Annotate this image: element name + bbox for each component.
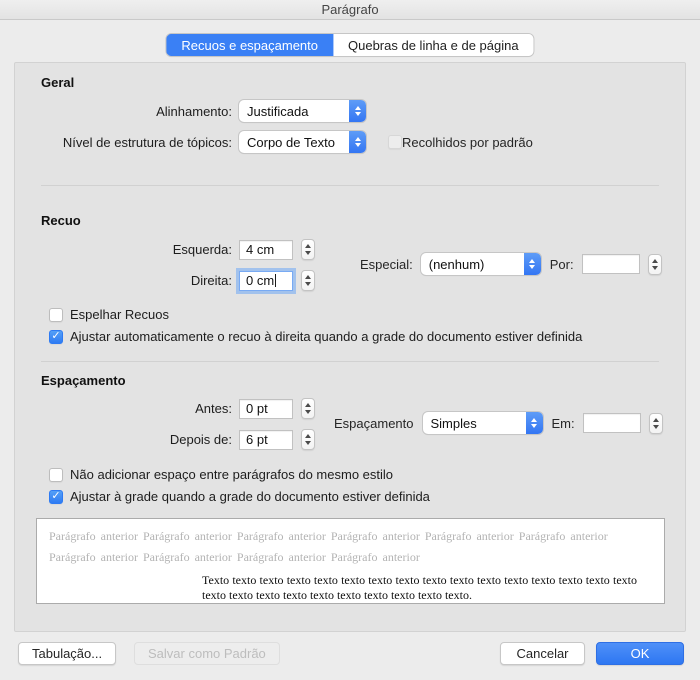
- title-bar: Parágrafo: [0, 0, 700, 20]
- esquerda-field[interactable]: 4 cm: [239, 240, 293, 260]
- especial-popup[interactable]: (nenhum): [421, 253, 541, 275]
- antes-stepper[interactable]: [301, 398, 315, 419]
- ajustar-recuo-label: Ajustar automaticamente o recuo à direit…: [70, 329, 582, 344]
- popup-chevrons-icon: [524, 253, 541, 275]
- antes-label: Antes:: [15, 401, 239, 416]
- espelhar-recuos-label: Espelhar Recuos: [70, 307, 169, 322]
- text-cursor: [275, 274, 276, 287]
- especial-value: (nenhum): [421, 257, 524, 272]
- depois-field[interactable]: 6 pt: [239, 430, 293, 450]
- esquerda-label: Esquerda:: [15, 242, 239, 257]
- preview-pane: Parágrafo anterior Parágrafo anterior Pa…: [36, 518, 665, 604]
- espelhar-recuos-checkbox[interactable]: [49, 308, 63, 322]
- em-stepper[interactable]: [649, 413, 663, 434]
- tabulacao-button[interactable]: Tabulação...: [18, 642, 116, 665]
- checkmark-icon: ✓: [51, 331, 60, 342]
- nao-adicionar-espaco-label: Não adicionar espaço entre parágrafos do…: [70, 467, 393, 482]
- nivel-topicos-value: Corpo de Texto: [239, 135, 349, 150]
- por-field[interactable]: [582, 254, 640, 274]
- dialog-title: Parágrafo: [321, 2, 378, 17]
- espacamento-linhas-popup[interactable]: Simples: [423, 412, 543, 434]
- nivel-topicos-label: Nível de estrutura de tópicos:: [15, 135, 239, 150]
- ajustar-recuo-checkbox[interactable]: ✓: [49, 330, 63, 344]
- direita-stepper[interactable]: [301, 270, 315, 291]
- recolhidos-checkbox-group: Recolhidos por padrão: [388, 135, 533, 150]
- ajustar-grade-checkbox[interactable]: ✓: [49, 490, 63, 504]
- section-heading-geral: Geral: [41, 75, 74, 90]
- popup-chevrons-icon: [349, 131, 366, 153]
- espacamento-linhas-label: Espaçamento: [334, 416, 414, 431]
- tab-quebras-linha-pagina[interactable]: Quebras de linha e de página: [333, 34, 534, 56]
- preview-previous-paragraph: Parágrafo anterior Parágrafo anterior Pa…: [49, 526, 652, 568]
- antes-value: 0 pt: [246, 401, 268, 416]
- espacamento-linhas-value: Simples: [423, 416, 526, 431]
- ajustar-grade-label: Ajustar à grade quando a grade do docume…: [70, 489, 430, 504]
- recolhidos-label: Recolhidos por padrão: [402, 135, 533, 150]
- nao-adicionar-espaco-checkbox[interactable]: [49, 468, 63, 482]
- em-label: Em:: [552, 416, 575, 431]
- em-field[interactable]: [583, 413, 641, 433]
- section-divider: [41, 185, 659, 186]
- salvar-padrao-button: Salvar como Padrão: [134, 642, 280, 665]
- checkmark-icon: ✓: [51, 491, 60, 502]
- direita-value: 0 cm: [246, 273, 274, 288]
- paragraph-dialog: Parágrafo Recuos e espaçamento Quebras d…: [0, 0, 700, 680]
- ok-button[interactable]: OK: [596, 642, 684, 665]
- nivel-topicos-popup[interactable]: Corpo de Texto: [239, 131, 366, 153]
- content-panel: Geral Alinhamento: Justificada Nível de …: [14, 62, 686, 632]
- esquerda-stepper[interactable]: [301, 239, 315, 260]
- por-stepper[interactable]: [648, 254, 662, 275]
- recolhidos-checkbox: [388, 135, 402, 149]
- popup-chevrons-icon: [526, 412, 543, 434]
- tab-recuos-espacamento[interactable]: Recuos e espaçamento: [166, 34, 333, 56]
- depois-value: 6 pt: [246, 432, 268, 447]
- depois-stepper[interactable]: [301, 429, 315, 450]
- especial-label: Especial:: [360, 257, 413, 272]
- preview-current-paragraph: Texto texto texto texto texto texto text…: [202, 573, 637, 603]
- alinhamento-popup[interactable]: Justificada: [239, 100, 366, 122]
- alinhamento-label: Alinhamento:: [15, 104, 239, 119]
- section-heading-espacamento: Espaçamento: [41, 373, 126, 388]
- section-heading-recuo: Recuo: [41, 213, 81, 228]
- popup-chevrons-icon: [349, 100, 366, 122]
- section-divider: [41, 361, 659, 362]
- cancelar-button[interactable]: Cancelar: [500, 642, 585, 665]
- alinhamento-value: Justificada: [239, 104, 349, 119]
- por-label: Por:: [550, 257, 574, 272]
- direita-label: Direita:: [15, 273, 239, 288]
- antes-field[interactable]: 0 pt: [239, 399, 293, 419]
- tab-control: Recuos e espaçamento Quebras de linha e …: [166, 34, 533, 56]
- direita-field[interactable]: 0 cm: [239, 271, 293, 291]
- depois-label: Depois de:: [15, 432, 239, 447]
- esquerda-value: 4 cm: [246, 242, 274, 257]
